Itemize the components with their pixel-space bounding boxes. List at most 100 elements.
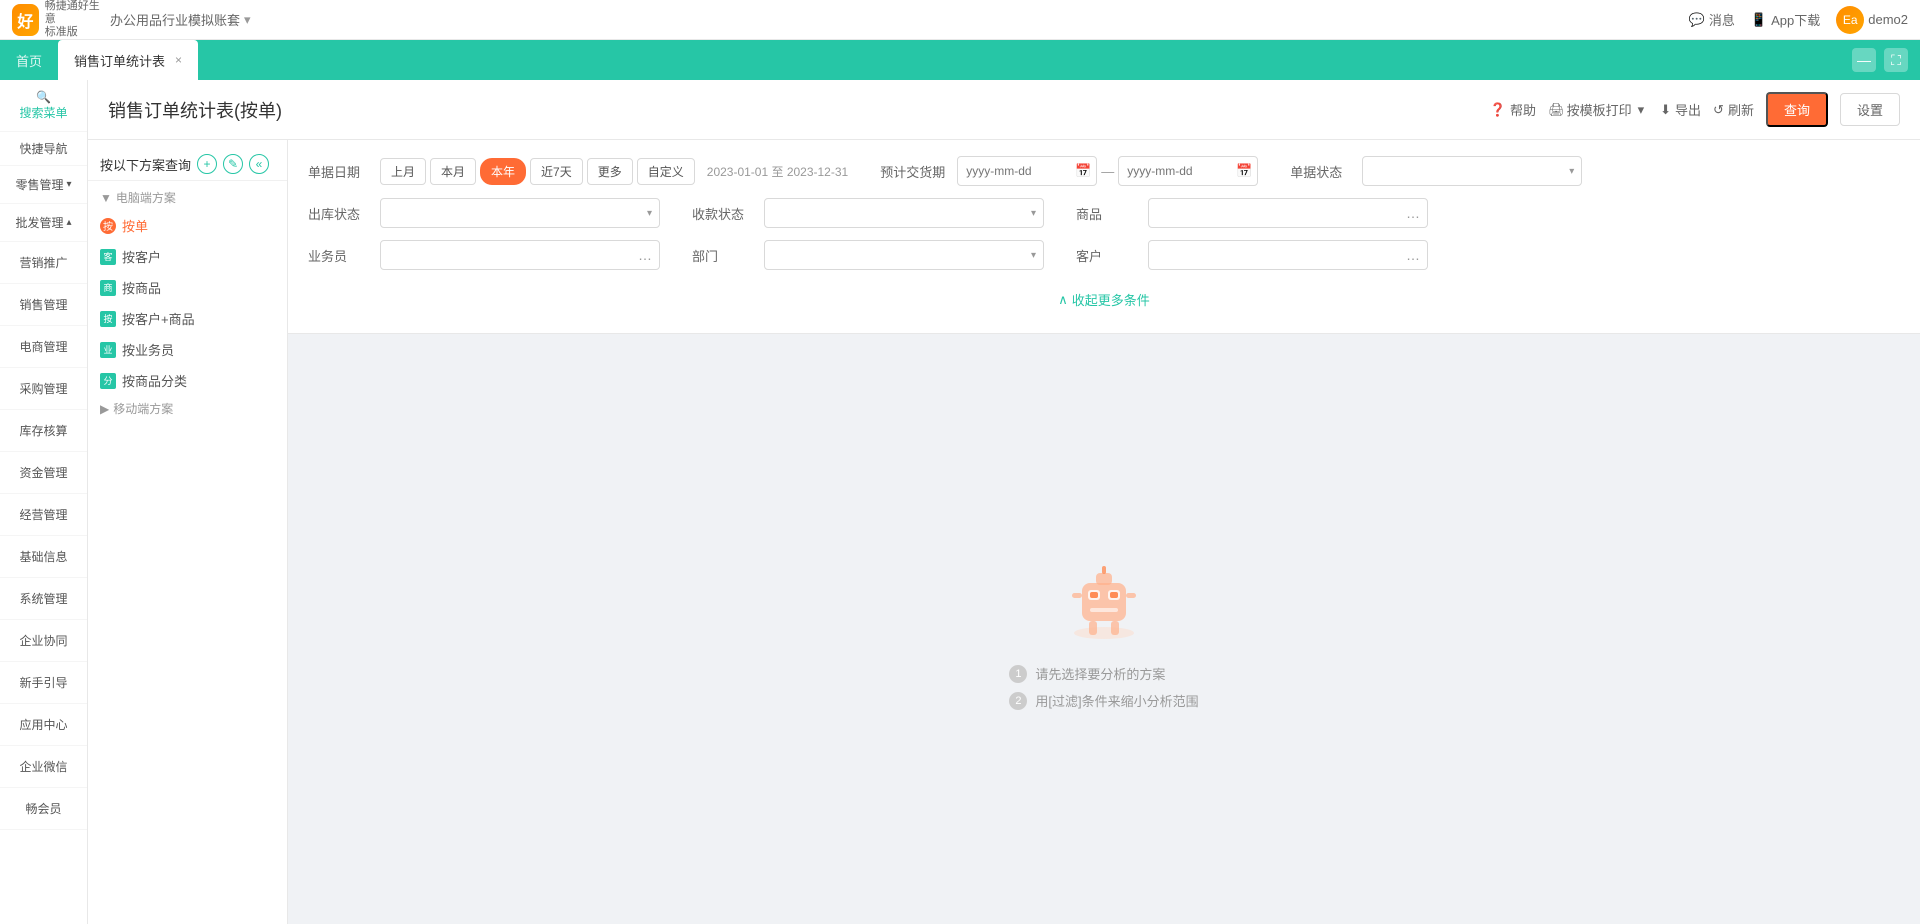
sidebar-item-retail[interactable]: 零售管理 ▾: [0, 166, 87, 204]
export-btn[interactable]: ⬇ 导出: [1660, 100, 1701, 119]
sidebar-item-app-center[interactable]: 应用中心: [0, 704, 87, 746]
app-download-btn[interactable]: 📱 App下载: [1751, 10, 1820, 29]
scheme-collapse-btn[interactable]: «: [249, 154, 269, 174]
department-select[interactable]: [764, 240, 1044, 270]
print-template-btn[interactable]: 🖨 按模板打印 ▾: [1548, 98, 1648, 122]
page-actions: ❓ 帮助 🖨 按模板打印 ▾ ⬇ 导出 ↺ 刷新 查询: [1490, 92, 1900, 127]
tab-sales-order[interactable]: 销售订单统计表 ×: [58, 40, 198, 80]
date-btn-this-year[interactable]: 本年: [480, 158, 526, 185]
shipment-select[interactable]: [380, 198, 660, 228]
tab-close-btn[interactable]: ×: [175, 53, 182, 67]
tab-minimize-btn[interactable]: —: [1852, 48, 1876, 72]
scheme-item-by-salesperson[interactable]: 业 按业务员: [88, 334, 287, 365]
tab-bar: 首页 销售订单统计表 × — ⛶: [0, 40, 1920, 80]
sidebar-item-system[interactable]: 系统管理: [0, 578, 87, 620]
scheme-section-desktop[interactable]: ▼ 电脑端方案: [88, 185, 287, 210]
logo-text: 畅捷通好生意 标准版: [45, 0, 100, 39]
refresh-btn[interactable]: ↺ 刷新: [1713, 100, 1754, 119]
date-btn-this-month[interactable]: 本月: [430, 158, 476, 185]
sidebar-item-operations[interactable]: 经营管理: [0, 494, 87, 536]
scheme-section-mobile[interactable]: ▶ 移动端方案: [88, 396, 287, 421]
sidebar: 🔍 搜索菜单 快捷导航 零售管理 ▾ 批发管理 ▴ 营销推广 销售管理 电商管理…: [0, 80, 88, 924]
user-menu[interactable]: Ea demo2: [1836, 6, 1908, 34]
sidebar-item-finance[interactable]: 资金管理: [0, 452, 87, 494]
scheme-item-by-goods[interactable]: 商 按商品: [88, 272, 287, 303]
right-panel: 单据日期 上月 本月 本年 近7天 更多 自定义 2023-01-01 至 20…: [288, 140, 1920, 924]
collapse-icon: ∧: [1058, 292, 1068, 308]
date-btn-custom[interactable]: 自定义: [637, 158, 695, 185]
date-btn-7days[interactable]: 近7天: [530, 158, 583, 185]
tab-expand-btn[interactable]: ⛶: [1884, 48, 1908, 72]
date-btn-last-month[interactable]: 上月: [380, 158, 426, 185]
tip2-text: 用[过滤]条件来缩小分析范围: [1035, 691, 1198, 710]
retail-expand-icon: ▾: [66, 179, 71, 190]
sidebar-item-sales[interactable]: 销售管理: [0, 284, 87, 326]
print-dropdown-arrow[interactable]: ▾: [1634, 98, 1649, 122]
body-split: 按以下方案查询 + ✎ « ▼ 电脑端方案 按 按单 客: [88, 140, 1920, 924]
content-area: 销售订单统计表(按单) ❓ 帮助 🖨 按模板打印 ▾ ⬇ 导出 ↺ 刷新: [88, 80, 1920, 924]
scheme-goods-icon: 商: [100, 280, 116, 296]
section-arrow-icon: ▼: [100, 191, 112, 205]
scheme-header-title: 按以下方案查询: [100, 155, 191, 174]
nav-dropdown-icon[interactable]: ▾: [244, 12, 251, 28]
sidebar-item-purchase[interactable]: 采购管理: [0, 368, 87, 410]
logo-icon: 好: [12, 4, 39, 36]
sidebar-item-inventory[interactable]: 库存核算: [0, 410, 87, 452]
print-icon: 🖨: [1548, 102, 1565, 118]
customer-label: 客户: [1076, 246, 1136, 265]
sidebar-item-member[interactable]: 畅会员: [0, 788, 87, 830]
salesperson-input[interactable]: [380, 240, 660, 270]
help-btn[interactable]: ❓ 帮助: [1490, 100, 1536, 119]
sidebar-item-guide[interactable]: 新手引导: [0, 662, 87, 704]
scheme-item-icon: 按: [100, 218, 116, 234]
scheme-item-by-customer-goods[interactable]: 按 按客户+商品: [88, 303, 287, 334]
goods-input[interactable]: [1148, 198, 1428, 228]
tip2-num: 2: [1009, 692, 1027, 710]
scheme-item-by-category[interactable]: 分 按商品分类: [88, 365, 287, 396]
sidebar-item-basic-info[interactable]: 基础信息: [0, 536, 87, 578]
scheme-sales-icon: 业: [100, 342, 116, 358]
status-field: ▾: [1362, 156, 1582, 186]
goods-field: …: [1148, 198, 1428, 228]
page-header: 销售订单统计表(按单) ❓ 帮助 🖨 按模板打印 ▾ ⬇ 导出 ↺ 刷新: [88, 80, 1920, 140]
message-icon: 💬: [1689, 12, 1705, 28]
query-btn[interactable]: 查询: [1766, 92, 1828, 127]
collapse-bar[interactable]: ∧ 收起更多条件: [308, 282, 1900, 317]
status-select[interactable]: [1362, 156, 1582, 186]
avatar: Ea: [1836, 6, 1864, 34]
message-btn[interactable]: 💬 消息: [1689, 10, 1735, 29]
scheme-customer-icon: 客: [100, 249, 116, 265]
salesperson-field: …: [380, 240, 660, 270]
filter-row-1: 单据日期 上月 本月 本年 近7天 更多 自定义 2023-01-01 至 20…: [308, 156, 1900, 186]
scheme-item-by-order[interactable]: 按 按单: [88, 210, 287, 241]
scheme-panel: 按以下方案查询 + ✎ « ▼ 电脑端方案 按 按单 客: [88, 140, 288, 924]
top-nav-title: 办公用品行业模拟账套 ▾: [100, 10, 1689, 29]
logo-area: 好 畅捷通好生意 标准版: [12, 0, 100, 39]
filter-panel: 单据日期 上月 本月 本年 近7天 更多 自定义 2023-01-01 至 20…: [288, 140, 1920, 334]
sidebar-item-marketing[interactable]: 营销推广: [0, 242, 87, 284]
mobile-arrow-icon: ▶: [100, 402, 109, 416]
department-field: ▾: [764, 240, 1044, 270]
sidebar-search-menu[interactable]: 🔍 搜索菜单: [0, 80, 87, 132]
results-area: 1 请先选择要分析的方案 2 用[过滤]条件来缩小分析范围: [288, 334, 1920, 924]
sidebar-item-enterprise[interactable]: 企业协同: [0, 620, 87, 662]
shipment-label: 出库状态: [308, 204, 368, 223]
tab-home[interactable]: 首页: [0, 40, 58, 80]
payment-select[interactable]: [764, 198, 1044, 228]
sidebar-item-wholesale[interactable]: 批发管理 ▴: [0, 204, 87, 242]
sidebar-item-wechat[interactable]: 企业微信: [0, 746, 87, 788]
refresh-icon: ↺: [1713, 102, 1724, 118]
date-btn-more[interactable]: 更多: [587, 158, 633, 185]
sidebar-quick-nav[interactable]: 快捷导航: [0, 132, 87, 166]
settings-btn[interactable]: 设置: [1840, 93, 1900, 126]
filter-row-2: 出库状态 ▾ 收款状态 ▾ 商品 …: [308, 198, 1900, 228]
scheme-edit-btn[interactable]: ✎: [223, 154, 243, 174]
sidebar-item-ecommerce[interactable]: 电商管理: [0, 326, 87, 368]
customer-input[interactable]: [1148, 240, 1428, 270]
customer-field: …: [1148, 240, 1428, 270]
scheme-item-by-customer[interactable]: 客 按客户: [88, 241, 287, 272]
search-icon: 🔍: [4, 90, 83, 104]
scheme-add-btn[interactable]: +: [197, 154, 217, 174]
date-buttons: 上月 本月 本年 近7天 更多 自定义: [380, 158, 695, 185]
filter-row-3: 业务员 … 部门 ▾ 客户 …: [308, 240, 1900, 270]
